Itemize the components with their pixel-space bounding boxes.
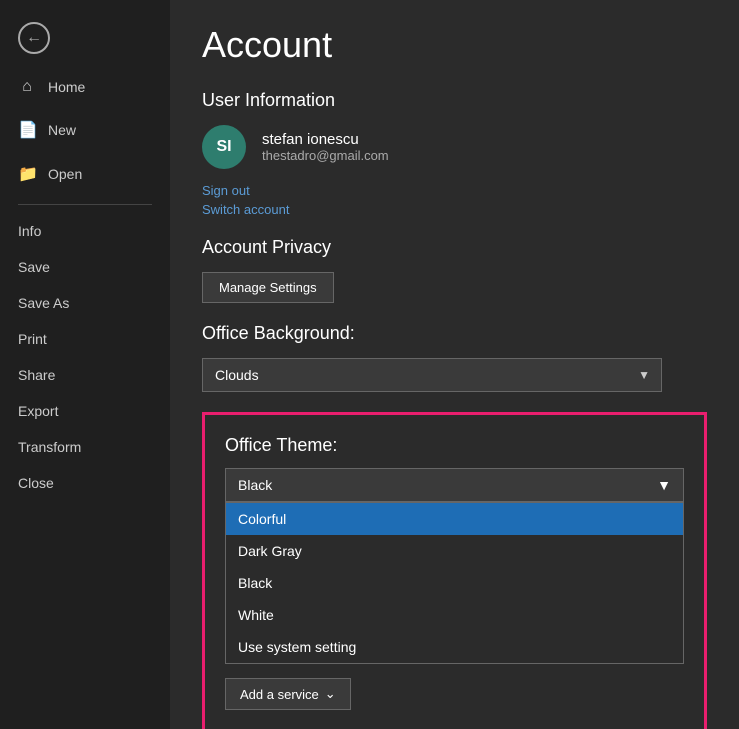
theme-dropdown-arrow-icon: ▼ <box>657 477 671 493</box>
back-icon: ← <box>18 22 50 54</box>
user-information-title: User Information <box>202 90 707 111</box>
theme-option-colorful[interactable]: Colorful <box>226 503 683 535</box>
add-service-label: Add a service <box>240 687 319 702</box>
open-icon: 📁 <box>18 164 36 184</box>
sidebar-home-label: Home <box>48 79 85 95</box>
sidebar-item-print[interactable]: Print <box>0 321 170 357</box>
theme-option-colorful-label: Colorful <box>238 511 286 527</box>
office-theme-section: Office Theme: Black ▼ Colorful Dark Gray… <box>202 412 707 729</box>
user-details: stefan ionescu thestadro@gmail.com <box>262 131 389 163</box>
office-background-section: Office Background: No Background Calligr… <box>202 323 707 392</box>
theme-option-dark-gray-label: Dark Gray <box>238 543 302 559</box>
office-background-title: Office Background: <box>202 323 707 344</box>
sidebar-print-label: Print <box>18 331 47 347</box>
sidebar: ← ⌂ Home 📄 New 📁 Open Info Save Save As … <box>0 0 170 729</box>
sidebar-item-close[interactable]: Close <box>0 465 170 501</box>
sidebar-open-label: Open <box>48 166 82 182</box>
switch-account-button[interactable]: Switch account <box>202 202 289 217</box>
theme-option-black[interactable]: Black <box>226 567 683 599</box>
sidebar-info-label: Info <box>18 223 41 239</box>
theme-dropdown-current[interactable]: Black ▼ <box>225 468 684 502</box>
avatar: SI <box>202 125 246 169</box>
sidebar-item-save[interactable]: Save <box>0 249 170 285</box>
sidebar-share-label: Share <box>18 367 55 383</box>
sidebar-item-share[interactable]: Share <box>0 357 170 393</box>
theme-option-system-label: Use system setting <box>238 639 356 655</box>
sidebar-new-label: New <box>48 122 76 138</box>
theme-option-dark-gray[interactable]: Dark Gray <box>226 535 683 567</box>
sign-out-button[interactable]: Sign out <box>202 183 250 198</box>
user-email: thestadro@gmail.com <box>262 148 389 163</box>
office-background-dropdown-wrapper: No Background Calligraphy Circles and St… <box>202 358 662 392</box>
account-privacy-section: Account Privacy Manage Settings <box>202 237 707 303</box>
theme-option-white[interactable]: White <box>226 599 683 631</box>
add-a-service-button[interactable]: Add a service ⌄ <box>225 678 351 710</box>
home-icon: ⌂ <box>18 78 36 96</box>
new-icon: 📄 <box>18 120 36 140</box>
office-background-select[interactable]: No Background Calligraphy Circles and St… <box>202 358 662 392</box>
main-content: Account User Information SI stefan iones… <box>170 0 739 729</box>
manage-settings-button[interactable]: Manage Settings <box>202 272 334 303</box>
page-title: Account <box>202 24 707 66</box>
sidebar-transform-label: Transform <box>18 439 81 455</box>
sidebar-save-label: Save <box>18 259 50 275</box>
sidebar-item-export[interactable]: Export <box>0 393 170 429</box>
sidebar-item-new[interactable]: 📄 New <box>0 108 170 152</box>
user-name: stefan ionescu <box>262 131 389 148</box>
user-info-row: SI stefan ionescu thestadro@gmail.com <box>202 125 707 169</box>
theme-option-system[interactable]: Use system setting <box>226 631 683 663</box>
theme-option-white-label: White <box>238 607 274 623</box>
sidebar-divider <box>18 204 152 205</box>
sidebar-item-home[interactable]: ⌂ Home <box>0 66 170 108</box>
sidebar-close-label: Close <box>18 475 54 491</box>
theme-current-value: Black <box>238 477 272 493</box>
theme-options-list: Colorful Dark Gray Black White Use syste… <box>225 502 684 664</box>
sidebar-export-label: Export <box>18 403 58 419</box>
sidebar-item-save-as[interactable]: Save As <box>0 285 170 321</box>
back-button[interactable]: ← <box>0 10 170 66</box>
sidebar-item-transform[interactable]: Transform <box>0 429 170 465</box>
office-theme-title: Office Theme: <box>225 435 684 456</box>
sidebar-item-open[interactable]: 📁 Open <box>0 152 170 196</box>
sidebar-item-info[interactable]: Info <box>0 213 170 249</box>
sidebar-save-as-label: Save As <box>18 295 69 311</box>
theme-dropdown-wrapper: Black ▼ Colorful Dark Gray Black White U… <box>225 468 684 664</box>
theme-option-black-label: Black <box>238 575 272 591</box>
account-privacy-title: Account Privacy <box>202 237 707 258</box>
add-service-arrow-icon: ⌄ <box>325 686 336 702</box>
